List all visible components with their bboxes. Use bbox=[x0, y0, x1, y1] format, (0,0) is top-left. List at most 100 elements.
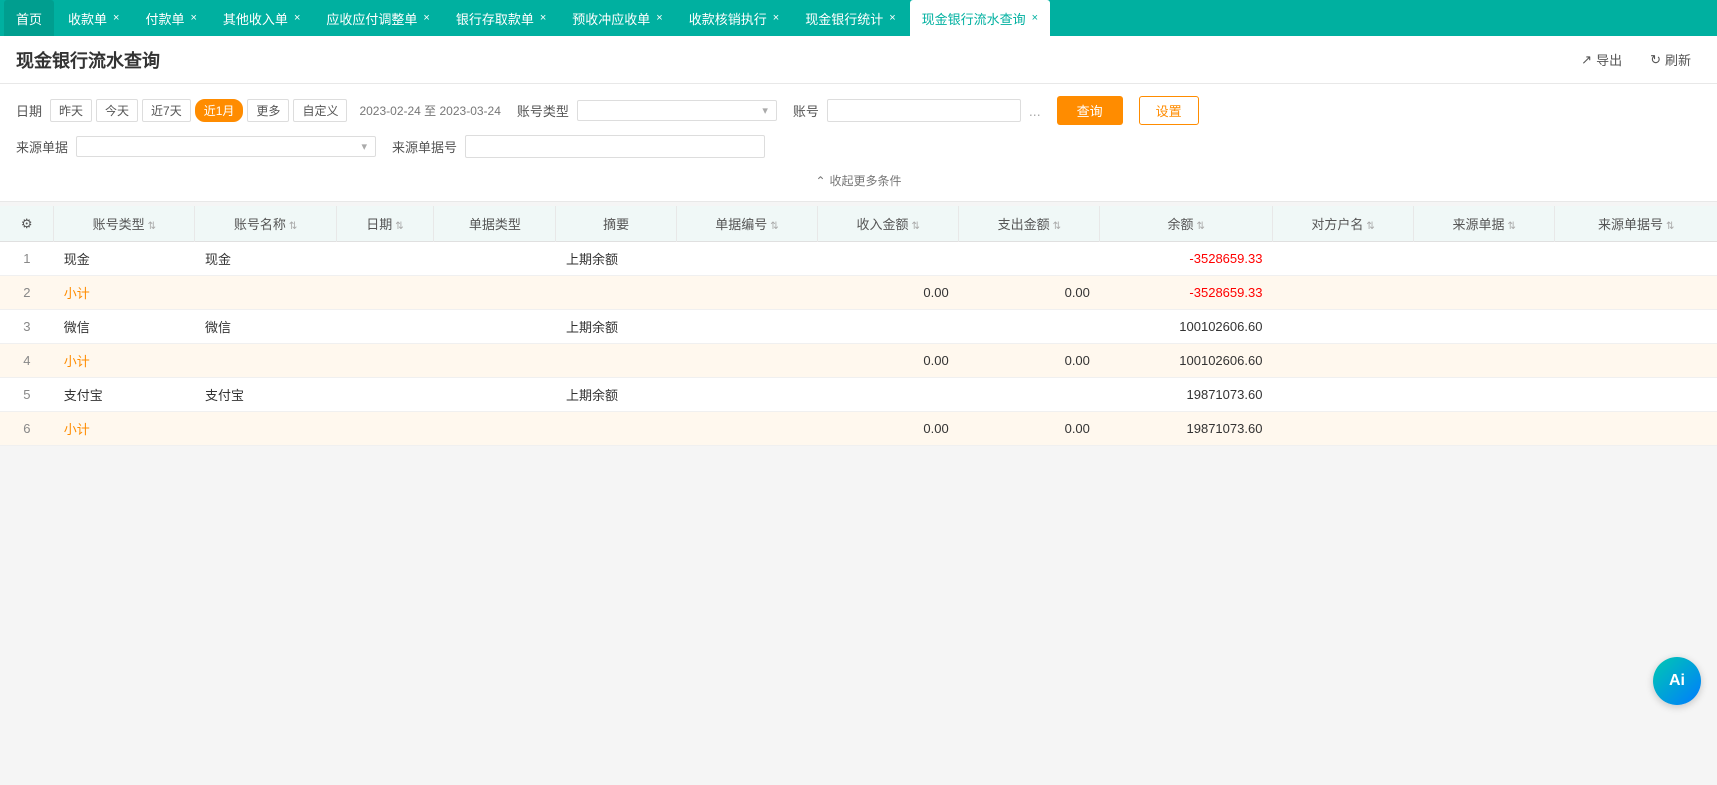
account-type-select[interactable]: ▾ bbox=[577, 100, 777, 121]
cell-source_doc bbox=[1414, 344, 1555, 378]
nav-tab-现金银行流水查询[interactable]: 现金银行流水查询× bbox=[910, 0, 1050, 36]
account-dots[interactable]: ... bbox=[1029, 103, 1041, 119]
cell-income: 0.00 bbox=[818, 412, 959, 446]
cell-doc_no bbox=[676, 242, 817, 276]
account-input[interactable] bbox=[827, 99, 1021, 122]
row-number: 6 bbox=[0, 412, 54, 446]
cell-account_type: 小计 bbox=[54, 276, 195, 310]
date-btn-自定义[interactable]: 自定义 bbox=[293, 99, 347, 122]
header-actions: ↗ 导出 ↻ 刷新 bbox=[1571, 46, 1701, 73]
cell-doc_type bbox=[434, 310, 556, 344]
nav-tab-收款单[interactable]: 收款单 × bbox=[56, 0, 131, 36]
query-button[interactable]: 查询 bbox=[1057, 96, 1123, 125]
tab-close-icon[interactable]: × bbox=[773, 12, 779, 24]
cell-doc_type bbox=[434, 242, 556, 276]
date-label: 日期 bbox=[16, 101, 42, 120]
tab-close-icon[interactable]: × bbox=[540, 12, 546, 24]
refresh-icon: ↻ bbox=[1650, 52, 1661, 68]
date-filter-group: 日期 昨天今天近7天近1月更多自定义 2023-02-24 至 2023-03-… bbox=[16, 99, 501, 122]
sort-icon-expense: ⇅ bbox=[1053, 221, 1061, 232]
tab-close-icon[interactable]: × bbox=[113, 12, 119, 24]
cell-summary: 上期余额 bbox=[556, 242, 676, 276]
cell-doc_no bbox=[676, 344, 817, 378]
cell-account_type: 微信 bbox=[54, 310, 195, 344]
col-header-expense[interactable]: 支出金额⇅ bbox=[959, 206, 1100, 242]
date-btn-昨天[interactable]: 昨天 bbox=[50, 99, 92, 122]
nav-tab-现金银行统计[interactable]: 现金银行统计 × bbox=[793, 0, 907, 36]
col-header-date[interactable]: 日期⇅ bbox=[336, 206, 434, 242]
cell-source_doc bbox=[1414, 276, 1555, 310]
cell-doc_no bbox=[676, 378, 817, 412]
sort-icon-doc_no: ⇅ bbox=[770, 221, 778, 232]
date-btn-近7天[interactable]: 近7天 bbox=[142, 99, 191, 122]
cell-summary bbox=[556, 344, 676, 378]
col-header-doc_type: 单据类型 bbox=[434, 206, 556, 242]
nav-tab-label: 现金银行统计 bbox=[805, 9, 883, 28]
row-number: 2 bbox=[0, 276, 54, 310]
cell-date bbox=[336, 242, 434, 276]
nav-tab-label: 收款单 bbox=[68, 9, 107, 28]
cell-balance: -3528659.33 bbox=[1100, 242, 1273, 276]
col-header-account_type[interactable]: 账号类型⇅ bbox=[54, 206, 195, 242]
sort-icon-account_type: ⇅ bbox=[148, 221, 156, 232]
tab-close-icon[interactable]: × bbox=[294, 12, 300, 24]
collapse-bar[interactable]: ⌃ 收起更多条件 bbox=[16, 168, 1701, 193]
date-range: 2023-02-24 至 2023-03-24 bbox=[359, 102, 500, 119]
source-doc-chevron-icon: ▾ bbox=[361, 140, 367, 153]
nav-tab-预收冲应收单[interactable]: 预收冲应收单 × bbox=[560, 0, 674, 36]
col-header-balance[interactable]: 余额⇅ bbox=[1100, 206, 1273, 242]
tab-close-icon[interactable]: × bbox=[656, 12, 662, 24]
nav-tab-付款单[interactable]: 付款单 × bbox=[133, 0, 208, 36]
nav-tab-label: 付款单 bbox=[145, 9, 184, 28]
col-header-account_name[interactable]: 账号名称⇅ bbox=[195, 206, 336, 242]
cell-counterparty bbox=[1272, 378, 1413, 412]
tab-close-icon[interactable]: × bbox=[423, 12, 429, 24]
cell-income bbox=[818, 310, 959, 344]
refresh-button[interactable]: ↻ 刷新 bbox=[1640, 46, 1701, 73]
source-doc-filter-group: 来源单据 ▾ bbox=[16, 136, 376, 157]
source-doc-select[interactable]: ▾ bbox=[76, 136, 376, 157]
tab-close-icon[interactable]: × bbox=[1032, 12, 1038, 24]
col-header-source_doc[interactable]: 来源单据⇅ bbox=[1414, 206, 1555, 242]
nav-tab-应收应付调整单[interactable]: 应收应付调整单× bbox=[314, 0, 441, 36]
col-header-doc_no[interactable]: 单据编号⇅ bbox=[676, 206, 817, 242]
export-button[interactable]: ↗ 导出 bbox=[1571, 46, 1632, 73]
cell-counterparty bbox=[1272, 242, 1413, 276]
filter-area: 日期 昨天今天近7天近1月更多自定义 2023-02-24 至 2023-03-… bbox=[0, 84, 1717, 202]
table-body: 1现金现金上期余额-3528659.332小计0.000.00-3528659.… bbox=[0, 242, 1717, 446]
date-btn-更多[interactable]: 更多 bbox=[247, 99, 289, 122]
col-header-counterparty[interactable]: 对方户名⇅ bbox=[1272, 206, 1413, 242]
filter-row-2: 来源单据 ▾ 来源单据号 bbox=[16, 135, 1701, 158]
tab-close-icon[interactable]: × bbox=[190, 12, 196, 24]
account-filter-group: 账号 ... bbox=[793, 99, 1041, 122]
table-header: ⚙账号类型⇅账号名称⇅日期⇅单据类型摘要单据编号⇅收入金额⇅支出金额⇅余额⇅对方… bbox=[0, 206, 1717, 242]
account-type-label: 账号类型 bbox=[517, 101, 569, 120]
nav-tab-银行存取款单[interactable]: 银行存取款单 × bbox=[444, 0, 558, 36]
cell-date bbox=[336, 412, 434, 446]
date-btn-今天[interactable]: 今天 bbox=[96, 99, 138, 122]
nav-tab-label: 银行存取款单 bbox=[456, 9, 534, 28]
cell-source_doc bbox=[1414, 412, 1555, 446]
cell-account_name: 微信 bbox=[195, 310, 336, 344]
nav-tab-首页[interactable]: 首页 bbox=[4, 0, 54, 36]
nav-tab-其他收入单[interactable]: 其他收入单 × bbox=[211, 0, 312, 36]
ai-assistant-button[interactable]: Ai bbox=[1653, 657, 1701, 705]
col-header-source_doc_no[interactable]: 来源单据号⇅ bbox=[1555, 206, 1717, 242]
cell-expense bbox=[959, 378, 1100, 412]
nav-tab-label: 其他收入单 bbox=[223, 9, 288, 28]
col-header-income[interactable]: 收入金额⇅ bbox=[818, 206, 959, 242]
source-doc-no-input[interactable] bbox=[465, 135, 765, 158]
sort-icon-balance: ⇅ bbox=[1196, 221, 1204, 232]
sort-icon-source_doc: ⇅ bbox=[1508, 221, 1516, 232]
cell-account_type: 小计 bbox=[54, 344, 195, 378]
nav-tab-label: 预收冲应收单 bbox=[572, 9, 650, 28]
cell-date bbox=[336, 276, 434, 310]
cell-source_doc_no bbox=[1555, 378, 1717, 412]
date-btn-近1月[interactable]: 近1月 bbox=[195, 99, 244, 122]
nav-tab-收款核销执行[interactable]: 收款核销执行× bbox=[677, 0, 791, 36]
tab-close-icon[interactable]: × bbox=[889, 12, 895, 24]
settings-button[interactable]: 设置 bbox=[1139, 96, 1199, 125]
top-nav: 首页收款单×付款单×其他收入单×应收应付调整单×银行存取款单×预收冲应收单×收款… bbox=[0, 0, 1717, 36]
source-doc-label: 来源单据 bbox=[16, 137, 68, 156]
cell-balance: -3528659.33 bbox=[1100, 276, 1273, 310]
